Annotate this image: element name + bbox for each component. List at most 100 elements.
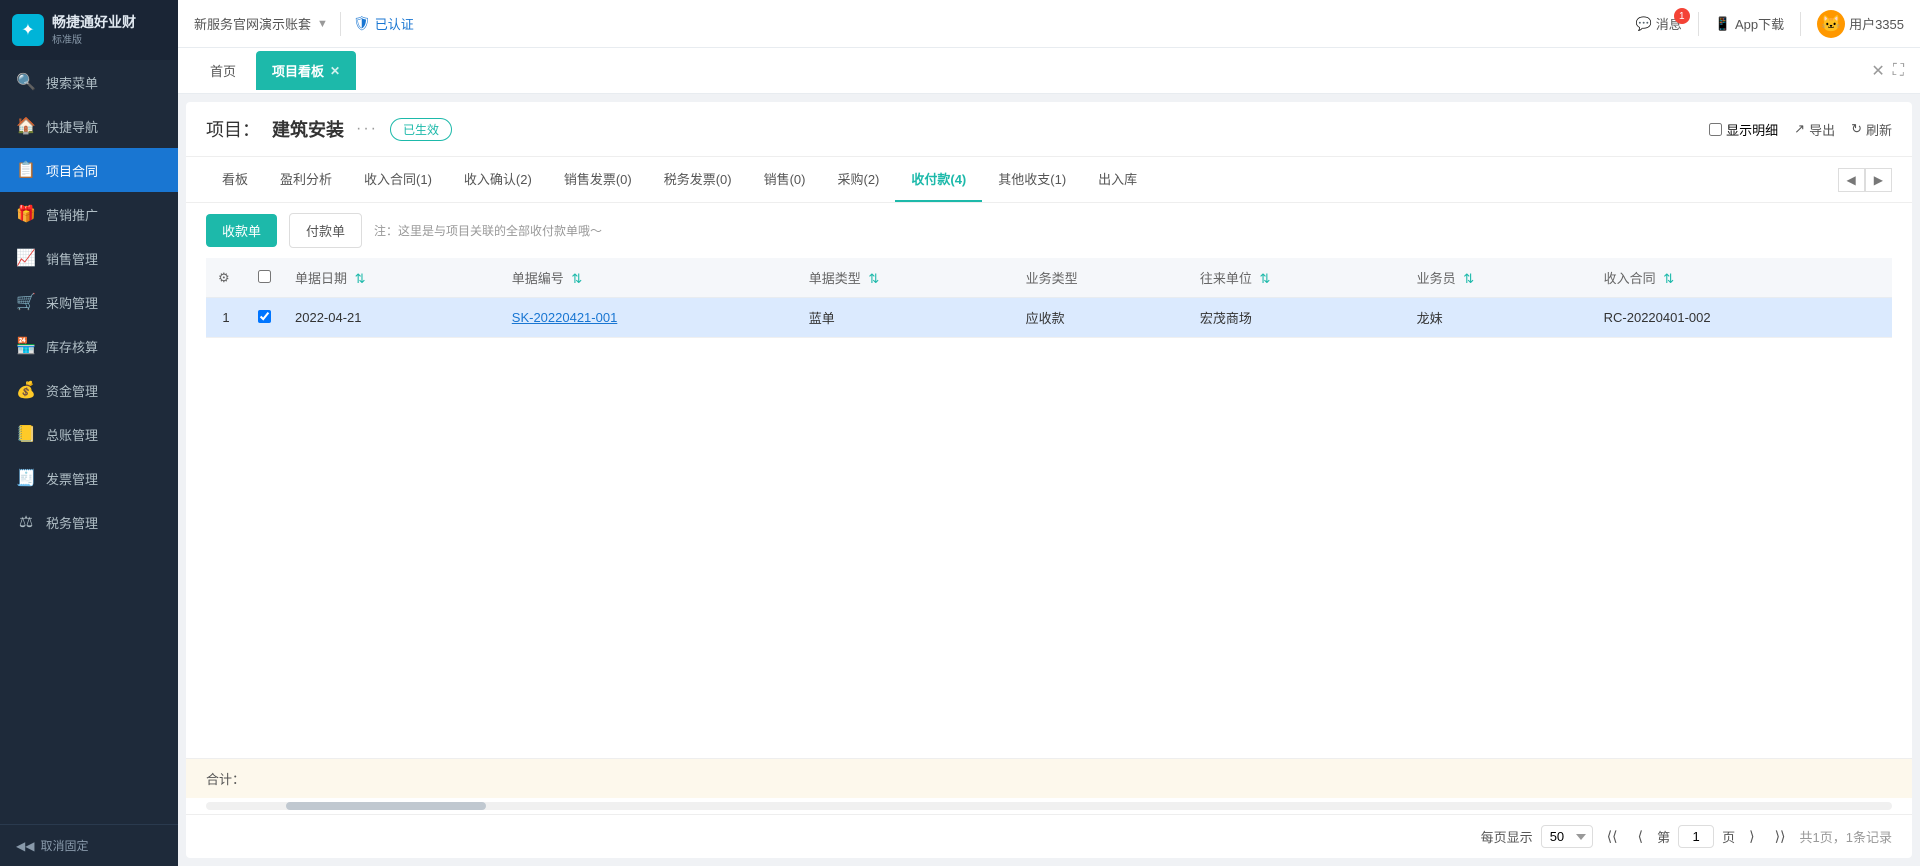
sidebar-item-marketing[interactable]: 🎁 营销推广 (0, 192, 178, 236)
th-number[interactable]: 单据编号 ⇅ (500, 258, 797, 298)
subtab-receive-payment[interactable]: 收付款(4) (895, 157, 982, 202)
close-window-button[interactable]: ✕ (1871, 61, 1884, 81)
sort-icon: ⇅ (868, 271, 879, 286)
sidebar-item-label: 总账管理 (46, 425, 98, 444)
last-page-button[interactable]: ⟩⟩ (1769, 826, 1792, 847)
app-logo: ✦ (12, 14, 44, 46)
shield-icon: 🛡 (353, 15, 371, 32)
project-header: 项目： 建筑安装 ··· 已生效 显示明细 ↗ 导出 ↻ 刷新 (186, 102, 1912, 157)
next-page-button[interactable]: ⟩ (1743, 826, 1760, 847)
cell-number[interactable]: SK-20220421-001 (500, 298, 797, 338)
sidebar-item-ledger[interactable]: 📒 总账管理 (0, 412, 178, 456)
cell-income-contract: RC-20220401-002 (1592, 298, 1892, 338)
th-salesperson[interactable]: 业务员 ⇅ (1405, 258, 1592, 298)
horizontal-scrollbar[interactable] (206, 802, 1892, 810)
subtab-nav: ◀ ▶ (1838, 168, 1892, 192)
project-name: 建筑安装 (272, 116, 344, 142)
tab-project-board[interactable]: 项目看板 ✕ (256, 51, 356, 90)
messages-action[interactable]: 💬 消息 1 (1636, 14, 1682, 33)
sidebar-item-inventory[interactable]: 🏪 库存核算 (0, 324, 178, 368)
more-options-icon[interactable]: ··· (356, 120, 378, 138)
sort-icon: ⇅ (571, 271, 582, 286)
sidebar-item-funds[interactable]: 💰 资金管理 (0, 368, 178, 412)
user-action[interactable]: 🐱 用户3355 (1817, 10, 1904, 38)
project-label: 项目： (206, 116, 260, 142)
subtab-other-expense[interactable]: 其他收支(1) (982, 157, 1082, 202)
unpin-icon: ◀◀ (16, 839, 34, 853)
phone-icon: 📱 (1715, 16, 1731, 32)
th-partner[interactable]: 往来单位 ⇅ (1188, 258, 1405, 298)
main-area: 新服务官网演示账套 ▼ 🛡 已认证 💬 消息 1 📱 App下载 🐱 用户335… (178, 0, 1920, 866)
sidebar-item-label: 项目合同 (46, 161, 98, 180)
subtab-sales[interactable]: 销售(0) (748, 157, 822, 202)
sidebar-item-invoice[interactable]: 🧾 发票管理 (0, 456, 178, 500)
pay-button[interactable]: 付款单 (289, 213, 362, 248)
sort-icon: ⇅ (1260, 271, 1271, 286)
ledger-icon: 📒 (16, 424, 36, 444)
subtab-income-contract[interactable]: 收入合同(1) (348, 157, 448, 202)
th-check (246, 258, 283, 298)
close-icon[interactable]: ✕ (330, 64, 340, 78)
row-num: 1 (206, 298, 246, 338)
sidebar-item-label: 库存核算 (46, 337, 98, 356)
prev-page-button[interactable]: ⟨ (1632, 826, 1649, 847)
gift-icon: 🎁 (16, 204, 36, 224)
receive-button[interactable]: 收款单 (206, 214, 277, 247)
sort-icon: ⇅ (1663, 271, 1674, 286)
filter-bar: 收款单 付款单 注：这里是与项目关联的全部收付款单哦～ (186, 203, 1912, 258)
scrollbar-thumb[interactable] (286, 802, 486, 810)
maximize-button[interactable]: ⛶ (1893, 62, 1904, 80)
total-info: 共1页，1条记录 (1800, 827, 1892, 846)
th-date[interactable]: 单据日期 ⇅ (283, 258, 500, 298)
subtab-tax-invoice[interactable]: 税务发票(0) (648, 157, 748, 202)
subtab-kanban[interactable]: 看板 (206, 157, 264, 202)
select-all-checkbox[interactable] (258, 270, 271, 283)
sidebar-item-project-contract[interactable]: 📋 项目合同 (0, 148, 178, 192)
page-label: 第 (1657, 827, 1670, 846)
tax-icon: ⚖ (16, 512, 36, 532)
subtab-warehouse[interactable]: 出入库 (1082, 157, 1153, 202)
inventory-icon: 🏪 (16, 336, 36, 356)
doc-number-link[interactable]: SK-20220421-001 (512, 310, 618, 325)
sidebar-item-purchase-mgmt[interactable]: 🛒 采购管理 (0, 280, 178, 324)
subtab-sales-invoice[interactable]: 销售发票(0) (548, 157, 648, 202)
th-type[interactable]: 单据类型 ⇅ (797, 258, 1014, 298)
th-income-contract[interactable]: 收入合同 ⇅ (1592, 258, 1892, 298)
th-settings[interactable]: ⚙ (206, 258, 246, 298)
tab-home[interactable]: 首页 (194, 51, 252, 90)
subtab-profit[interactable]: 盈利分析 (264, 157, 348, 202)
user-label: 用户3355 (1849, 14, 1904, 33)
app-download-action[interactable]: 📱 App下载 (1715, 14, 1784, 33)
refresh-button[interactable]: ↻ 刷新 (1851, 120, 1892, 139)
page-input[interactable] (1678, 825, 1714, 848)
th-biz-type: 业务类型 (1014, 258, 1188, 298)
topbar: 新服务官网演示账套 ▼ 🛡 已认证 💬 消息 1 📱 App下载 🐱 用户335… (178, 0, 1920, 48)
export-button[interactable]: ↗ 导出 (1794, 120, 1835, 139)
sidebar-item-tax[interactable]: ⚖ 税务管理 (0, 500, 178, 544)
sidebar-scroll: 🔍 搜索菜单 🏠 快捷导航 📋 项目合同 🎁 营销推广 📈 销售管理 🛒 (0, 60, 178, 824)
subtab-purchase[interactable]: 采购(2) (821, 157, 895, 202)
funds-icon: 💰 (16, 380, 36, 400)
demo-account[interactable]: 新服务官网演示账套 ▼ (194, 14, 328, 33)
sidebar-item-sales-mgmt[interactable]: 📈 销售管理 (0, 236, 178, 280)
show-detail-checkbox[interactable]: 显示明细 (1709, 120, 1778, 139)
demo-account-label: 新服务官网演示账套 (194, 14, 311, 33)
topbar-divider3 (1800, 12, 1801, 36)
sidebar-item-quick-nav[interactable]: 🏠 快捷导航 (0, 104, 178, 148)
pagination: 每页显示 50 100 200 ⟨⟨ ⟨ 第 页 ⟩ ⟩⟩ 共1页，1条记录 (186, 814, 1912, 858)
topbar-divider2 (1698, 12, 1699, 36)
table-row[interactable]: 1 2022-04-21 SK-20220421-001 蓝单 应收款 宏茂商场… (206, 298, 1892, 338)
sidebar-header: ✦ 畅捷通好业财 标准版 (0, 0, 178, 60)
subtab-income-confirm[interactable]: 收入确认(2) (448, 157, 548, 202)
sidebar-unpin[interactable]: ◀◀ 取消固定 (0, 824, 178, 866)
cell-biz-type: 应收款 (1014, 298, 1188, 338)
sidebar-item-search[interactable]: 🔍 搜索菜单 (0, 60, 178, 104)
table-wrapper: ⚙ 单据日期 ⇅ 单据编号 ⇅ (186, 258, 1912, 758)
subtab-next-button[interactable]: ▶ (1865, 168, 1892, 192)
row-checkbox[interactable] (258, 310, 271, 323)
sidebar-item-label: 发票管理 (46, 469, 98, 488)
tab-project-board-label: 项目看板 (272, 61, 324, 80)
page-size-select[interactable]: 50 100 200 (1541, 825, 1593, 848)
subtab-prev-button[interactable]: ◀ (1838, 168, 1865, 192)
first-page-button[interactable]: ⟨⟨ (1601, 826, 1624, 847)
